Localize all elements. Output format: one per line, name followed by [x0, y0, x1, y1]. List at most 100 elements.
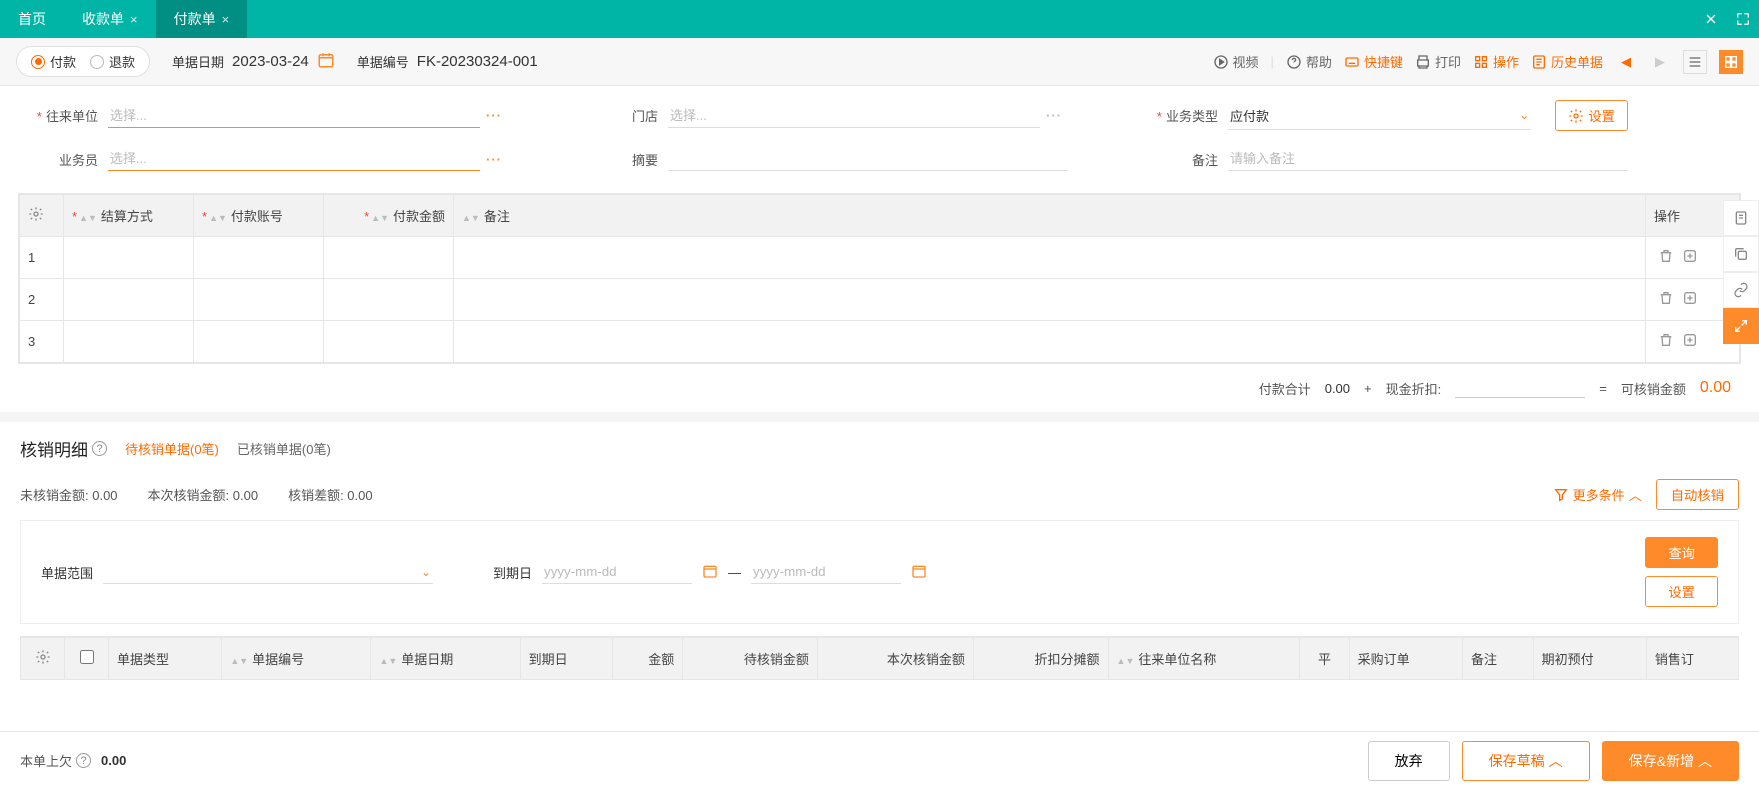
remark-input[interactable] [1228, 147, 1628, 171]
tab-home[interactable]: 首页 [0, 0, 64, 38]
rail-draft-icon[interactable] [1723, 200, 1759, 236]
gear-column[interactable] [21, 638, 65, 680]
add-row-icon[interactable] [1682, 252, 1698, 267]
radio-pay[interactable]: 付款 [31, 52, 76, 71]
range-dash: — [728, 565, 741, 580]
summary-input[interactable] [668, 147, 1068, 171]
owed-value: 0.00 [101, 753, 126, 768]
table-row[interactable]: 1 [20, 237, 1740, 279]
help-icon[interactable]: ? [92, 441, 107, 456]
select-all-checkbox[interactable] [65, 638, 109, 680]
col-po[interactable]: 采购订单 [1349, 638, 1462, 680]
calendar-icon[interactable] [317, 51, 335, 72]
due-from-input[interactable] [542, 560, 692, 584]
history-link[interactable]: 历史单据 [1531, 52, 1603, 71]
radio-pay-label: 付款 [50, 52, 76, 71]
col-duedate[interactable]: 到期日 [520, 638, 612, 680]
delete-row-icon[interactable] [1658, 252, 1674, 267]
unit-input[interactable] [108, 104, 480, 128]
delete-row-icon[interactable] [1658, 294, 1674, 309]
equals: = [1599, 381, 1607, 396]
writeoff-title: 核销明细? [20, 436, 107, 461]
col-docno[interactable]: ▲▼单据编号 [222, 638, 371, 680]
sum-value: 0.00 [1325, 381, 1350, 396]
operate-link[interactable]: 操作 [1473, 52, 1519, 71]
sales-input[interactable] [108, 147, 480, 171]
discard-button[interactable]: 放弃 [1368, 741, 1450, 781]
gear-column[interactable] [20, 195, 64, 237]
add-row-icon[interactable] [1682, 336, 1698, 351]
table-row[interactable]: 3 [20, 321, 1740, 363]
table-row[interactable]: 2 [20, 279, 1740, 321]
col-doctype[interactable]: 单据类型 [109, 638, 222, 680]
calendar-icon[interactable] [911, 563, 927, 582]
tab-pending[interactable]: 待核销单据(0笔) [125, 439, 219, 458]
save-new-button[interactable]: 保存&新增︿ [1602, 741, 1739, 781]
col-unitname[interactable]: ▲▼往来单位名称 [1108, 638, 1300, 680]
grid-view-icon[interactable] [1719, 50, 1743, 74]
print-link[interactable]: 打印 [1415, 52, 1461, 71]
settings-button[interactable]: 设置 [1555, 100, 1628, 131]
col-docdate[interactable]: ▲▼单据日期 [371, 638, 520, 680]
range-select[interactable]: ⌄ [103, 561, 433, 584]
calendar-icon[interactable] [702, 563, 718, 582]
save-draft-button[interactable]: 保存草稿︿ [1462, 741, 1590, 781]
payment-lines-table: ▲▼结算方式 ▲▼付款账号 ▲▼付款金额 ▲▼备注 操作 123 [18, 193, 1741, 364]
date-label: 单据日期 [172, 52, 224, 71]
tab-done[interactable]: 已核销单据(0笔) [237, 439, 331, 458]
close-app-icon[interactable] [1695, 0, 1727, 38]
store-picker-icon[interactable]: ··· [1040, 108, 1068, 123]
col-prepay[interactable]: 期初预付 [1533, 638, 1646, 680]
col-pending[interactable]: 待核销金额 [683, 638, 818, 680]
biztype-select[interactable]: 应付款 ⌄ [1228, 102, 1531, 130]
col-ping[interactable]: 平 [1300, 638, 1349, 680]
discount-input[interactable] [1455, 378, 1585, 398]
writeoff-table: 单据类型 ▲▼单据编号 ▲▼单据日期 到期日 金额 待核销金额 本次核销金额 折… [20, 636, 1739, 680]
rail-expand-icon[interactable] [1723, 308, 1759, 344]
delete-row-icon[interactable] [1658, 336, 1674, 351]
tab-receipt[interactable]: 收款单× [64, 0, 156, 38]
sales-picker-icon[interactable]: ··· [480, 152, 508, 167]
close-icon[interactable]: × [222, 12, 230, 27]
col-remark2[interactable]: 备注 [1462, 638, 1533, 680]
close-icon[interactable]: × [130, 12, 138, 27]
search-button[interactable]: 查询 [1645, 537, 1718, 568]
more-conditions[interactable]: 更多条件︿ [1553, 485, 1642, 504]
col-so[interactable]: 销售订 [1646, 638, 1738, 680]
col-thiswrite[interactable]: 本次核销金额 [817, 638, 973, 680]
col-settle[interactable]: ▲▼结算方式 [64, 195, 194, 237]
docno-label: 单据编号 [357, 52, 409, 71]
prev-doc-icon[interactable]: ◀ [1615, 51, 1637, 73]
col-amount2[interactable]: 金额 [612, 638, 683, 680]
col-account[interactable]: ▲▼付款账号 [194, 195, 324, 237]
col-discshare[interactable]: 折扣分摊额 [973, 638, 1108, 680]
discount-label: 现金折扣: [1386, 379, 1442, 398]
footer-bar: 本单上欠? 0.00 放弃 保存草稿︿ 保存&新增︿ [0, 731, 1759, 789]
rail-copy-icon[interactable] [1723, 236, 1759, 272]
due-label: 到期日 [493, 563, 532, 582]
add-row-icon[interactable] [1682, 294, 1698, 309]
tab-payment[interactable]: 付款单× [156, 0, 248, 38]
next-doc-icon[interactable]: ▶ [1649, 51, 1671, 73]
writeoff-section: 核销明细? 待核销单据(0笔) 已核销单据(0笔) 未核销金额: 0.00 本次… [0, 422, 1759, 510]
auto-writeoff-button[interactable]: 自动核销 [1656, 479, 1739, 510]
shortcut-link[interactable]: 快捷键 [1344, 52, 1403, 71]
store-label: 门店 [578, 106, 668, 125]
unit-picker-icon[interactable]: ··· [480, 108, 508, 123]
form-block: 往来单位 ··· 门店 ··· 业务类型 应付款 ⌄ 设置 业务员 [0, 86, 1759, 193]
video-link[interactable]: 视频 [1213, 52, 1259, 71]
radio-refund[interactable]: 退款 [90, 52, 135, 71]
rail-link-icon[interactable] [1723, 272, 1759, 308]
sum-label: 付款合计 [1259, 379, 1311, 398]
col-remark[interactable]: ▲▼备注 [454, 195, 1646, 237]
list-view-icon[interactable] [1683, 50, 1707, 74]
help-link[interactable]: 帮助 [1286, 52, 1332, 71]
row-index: 2 [20, 279, 64, 321]
col-amount[interactable]: ▲▼付款金额 [324, 195, 454, 237]
due-to-input[interactable] [751, 560, 901, 584]
store-input[interactable] [668, 104, 1040, 128]
fullscreen-icon[interactable] [1727, 0, 1759, 38]
query-settings-button[interactable]: 设置 [1645, 576, 1718, 607]
date-value[interactable]: 2023-03-24 [232, 53, 309, 70]
help-icon[interactable]: ? [76, 753, 91, 768]
